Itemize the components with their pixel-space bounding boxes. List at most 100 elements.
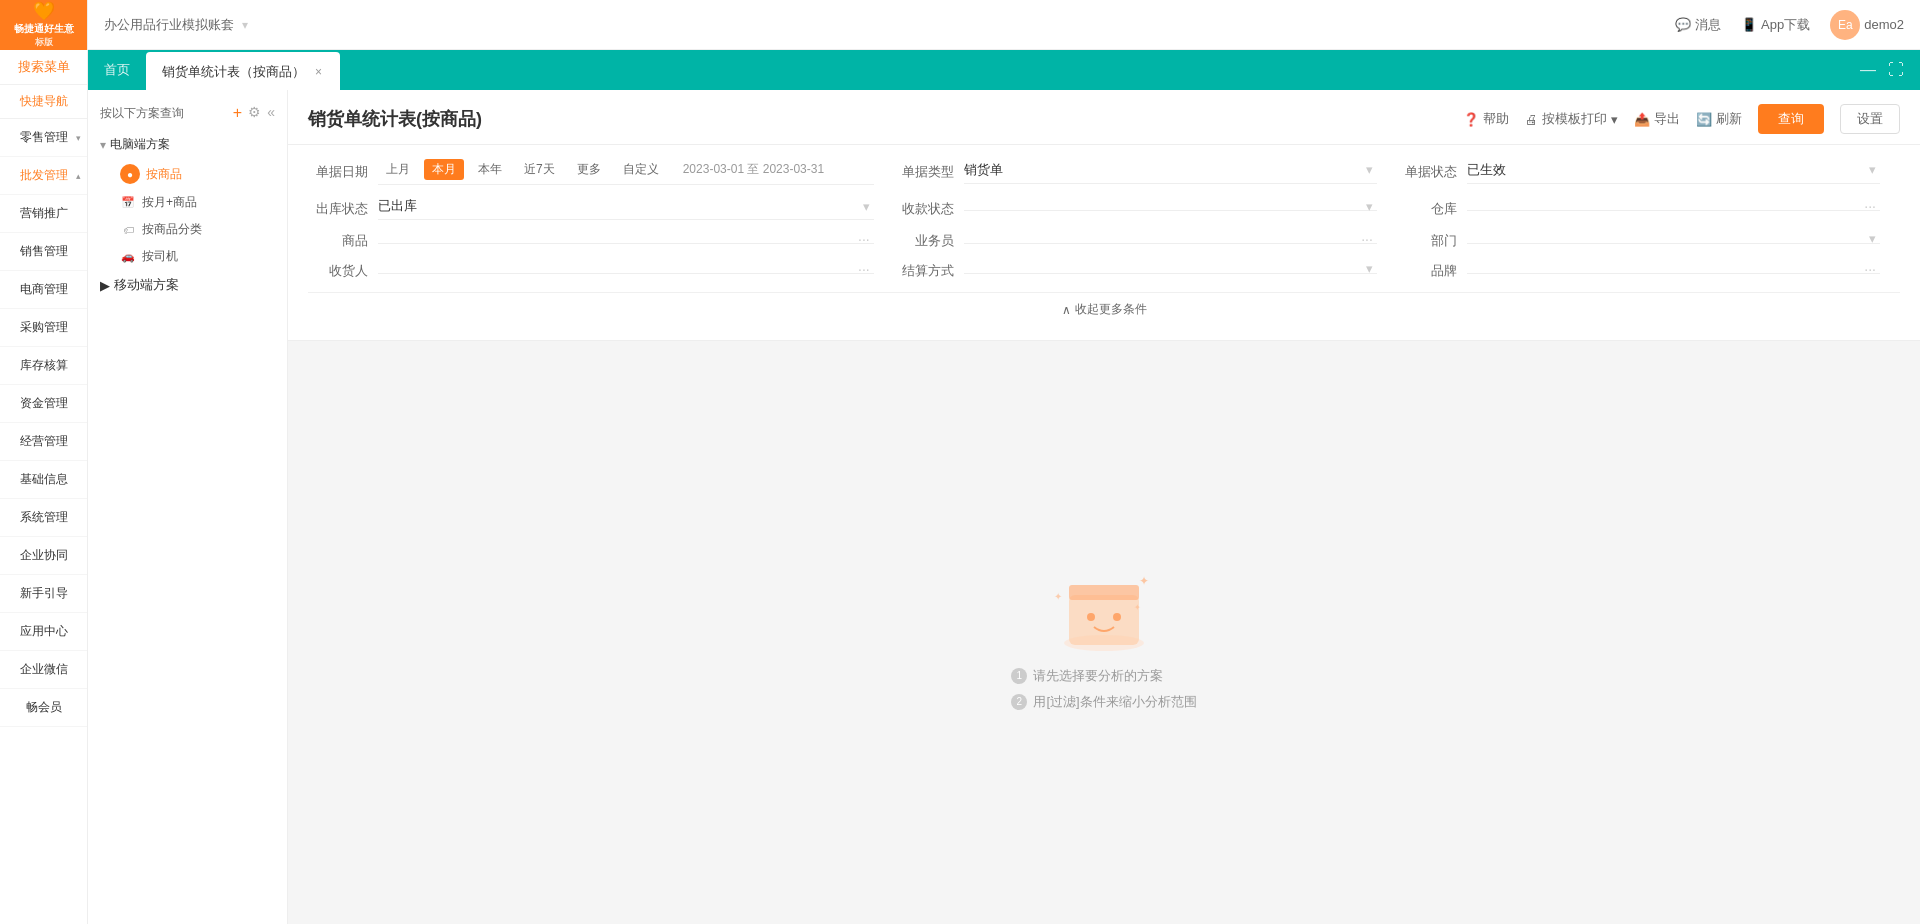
- status-chevron-icon[interactable]: ▾: [1869, 162, 1876, 177]
- tree-item-by-month-goods[interactable]: 📅 按月+商品: [88, 189, 287, 216]
- receiver-value[interactable]: ···: [378, 269, 874, 274]
- date-btn-7days[interactable]: 近7天: [516, 159, 563, 180]
- sidebar-item-enterprise[interactable]: 企业协同: [0, 537, 87, 575]
- payment-chevron-icon[interactable]: ▾: [1366, 199, 1373, 214]
- date-btn-lastmonth[interactable]: 上月: [378, 159, 418, 180]
- search-menu-item[interactable]: 搜索菜单: [0, 50, 87, 85]
- help-button[interactable]: ❓ 帮助: [1463, 110, 1509, 128]
- print-label: 按模板打印: [1542, 110, 1607, 128]
- warehouse-value[interactable]: ···: [1467, 206, 1880, 211]
- refresh-button[interactable]: 🔄 刷新: [1696, 110, 1742, 128]
- date-filter-label: 单据日期: [308, 163, 378, 181]
- tree-mobile-group[interactable]: ▶ 移动端方案: [88, 270, 287, 300]
- sidebar-item-marketing[interactable]: 营销推广: [0, 195, 87, 233]
- sidebar-item-finance[interactable]: 资金管理: [0, 385, 87, 423]
- sidebar-item-member[interactable]: 畅会员: [0, 689, 87, 727]
- collapse-filters-button[interactable]: ∧ 收起更多条件: [308, 292, 1900, 326]
- filter-row-2: 出库状态 已出库 ▾ 收款状态 ▾ 仓库 ···: [308, 197, 1900, 220]
- goods-more-icon[interactable]: ···: [858, 231, 870, 247]
- sidebar-item-enterprise-label: 企业协同: [4, 547, 83, 564]
- add-scheme-button[interactable]: +: [233, 104, 242, 122]
- sales-report-tab-label: 销货单统计表（按商品）: [162, 63, 305, 81]
- tab-close-icon[interactable]: ×: [313, 63, 324, 81]
- settings-scheme-button[interactable]: ⚙: [248, 104, 261, 122]
- tree-item-by-category[interactable]: 🏷 按商品分类: [88, 216, 287, 243]
- goods-label: 商品: [308, 232, 378, 250]
- sidebar-item-retail[interactable]: 零售管理 ▾: [0, 119, 87, 157]
- type-chevron-icon[interactable]: ▾: [1366, 162, 1373, 177]
- tree-mobile-arrow-icon: ▶: [100, 278, 110, 293]
- scheme-icon-category: 🏷: [120, 222, 136, 238]
- message-button[interactable]: 💬 消息: [1675, 16, 1721, 34]
- logo-icon: 🧡: [33, 2, 55, 20]
- salesman-value[interactable]: ···: [964, 239, 1377, 244]
- brand-more-icon[interactable]: ···: [1864, 261, 1876, 277]
- department-chevron-icon[interactable]: ▾: [1869, 231, 1876, 246]
- scheme-icon-month: 📅: [120, 195, 136, 211]
- print-dropdown-icon[interactable]: ▾: [1611, 112, 1618, 127]
- svg-text:✦: ✦: [1054, 591, 1062, 602]
- tree-item-by-goods[interactable]: ● 按商品: [88, 159, 287, 189]
- quick-nav-label: 快捷导航: [20, 94, 68, 108]
- sidebar-item-basic-label: 基础信息: [4, 471, 83, 488]
- query-label: 查询: [1778, 110, 1804, 128]
- department-value[interactable]: ▾: [1467, 239, 1880, 244]
- salesman-more-icon[interactable]: ···: [1361, 231, 1373, 247]
- warehouse-more-icon[interactable]: ···: [1864, 198, 1876, 214]
- sidebar-item-wholesale[interactable]: 批发管理 ▴: [0, 157, 87, 195]
- maximize-icon[interactable]: ⛶: [1888, 61, 1904, 79]
- main-area: 办公用品行业模拟账套 ▾ 💬 消息 📱 App下载 Ea demo2 首页: [88, 0, 1920, 924]
- breadcrumb-chevron-icon[interactable]: ▾: [242, 18, 248, 32]
- sidebar-item-operations[interactable]: 经营管理: [0, 423, 87, 461]
- avatar: Ea: [1830, 10, 1860, 40]
- minimize-icon[interactable]: —: [1860, 61, 1876, 79]
- sidebar-item-appcenter[interactable]: 应用中心: [0, 613, 87, 651]
- collapse-panel-button[interactable]: «: [267, 104, 275, 122]
- sidebar-item-inventory[interactable]: 库存核算: [0, 347, 87, 385]
- sidebar-item-system[interactable]: 系统管理: [0, 499, 87, 537]
- svg-rect-1: [1069, 595, 1139, 645]
- sidebar-item-newuser[interactable]: 新手引导: [0, 575, 87, 613]
- sidebar-item-sales-label: 销售管理: [4, 243, 83, 260]
- brand-value[interactable]: ···: [1467, 269, 1880, 274]
- tab-sales-report[interactable]: 销货单统计表（按商品） ×: [146, 52, 340, 92]
- date-btn-thisyear[interactable]: 本年: [470, 159, 510, 180]
- breadcrumb-text: 办公用品行业模拟账套: [104, 16, 234, 34]
- sidebar-item-ecommerce[interactable]: 电商管理: [0, 271, 87, 309]
- tab-bar: 首页 销货单统计表（按商品） × — ⛶: [88, 50, 1920, 90]
- out-status-chevron-icon[interactable]: ▾: [863, 199, 870, 214]
- sidebar-item-purchase[interactable]: 采购管理: [0, 309, 87, 347]
- svg-rect-2: [1069, 585, 1139, 600]
- quick-nav-item[interactable]: 快捷导航: [0, 85, 87, 119]
- receiver-more-icon[interactable]: ···: [858, 261, 870, 277]
- tree-item-by-driver[interactable]: 🚗 按司机: [88, 243, 287, 270]
- export-button[interactable]: 📤 导出: [1634, 110, 1680, 128]
- settlement-chevron-icon[interactable]: ▾: [1366, 261, 1373, 276]
- status-filter-value[interactable]: 已生效 ▾: [1467, 161, 1880, 184]
- tree-desktop-group[interactable]: ▾ 电脑端方案: [88, 130, 287, 159]
- sidebar-item-sales[interactable]: 销售管理: [0, 233, 87, 271]
- settlement-value[interactable]: ▾: [964, 269, 1377, 274]
- tab-home[interactable]: 首页: [88, 50, 146, 90]
- date-btn-custom[interactable]: 自定义: [615, 159, 667, 180]
- user-menu[interactable]: Ea demo2: [1830, 10, 1904, 40]
- query-button[interactable]: 查询: [1758, 104, 1824, 134]
- goods-value[interactable]: ···: [378, 239, 874, 244]
- tree-item-month-goods-label: 按月+商品: [142, 194, 197, 211]
- type-filter-value[interactable]: 销货单 ▾: [964, 161, 1377, 184]
- sidebar: 🧡 畅捷通好生意 标版 搜索菜单 快捷导航 零售管理 ▾ 批发管理 ▴ 营销推广…: [0, 0, 88, 924]
- empty-msg-2: 2 用[过滤]条件来缩小分析范围: [1011, 693, 1196, 711]
- out-status-value[interactable]: 已出库 ▾: [378, 197, 874, 220]
- settings-button[interactable]: 设置: [1840, 104, 1900, 134]
- sidebar-item-corpwechat[interactable]: 企业微信: [0, 651, 87, 689]
- sidebar-item-basic[interactable]: 基础信息: [0, 461, 87, 499]
- brand-label: 品牌: [1397, 262, 1467, 280]
- payment-value[interactable]: ▾: [964, 206, 1377, 211]
- app-download-button[interactable]: 📱 App下载: [1741, 16, 1810, 34]
- date-btn-thismonth[interactable]: 本月: [424, 159, 464, 180]
- print-button[interactable]: 🖨 按模板打印 ▾: [1525, 110, 1618, 128]
- sidebar-item-purchase-label: 采购管理: [4, 319, 83, 336]
- sidebar-item-member-label: 畅会员: [4, 699, 83, 716]
- out-status-text: 已出库: [378, 197, 417, 215]
- date-btn-more[interactable]: 更多: [569, 159, 609, 180]
